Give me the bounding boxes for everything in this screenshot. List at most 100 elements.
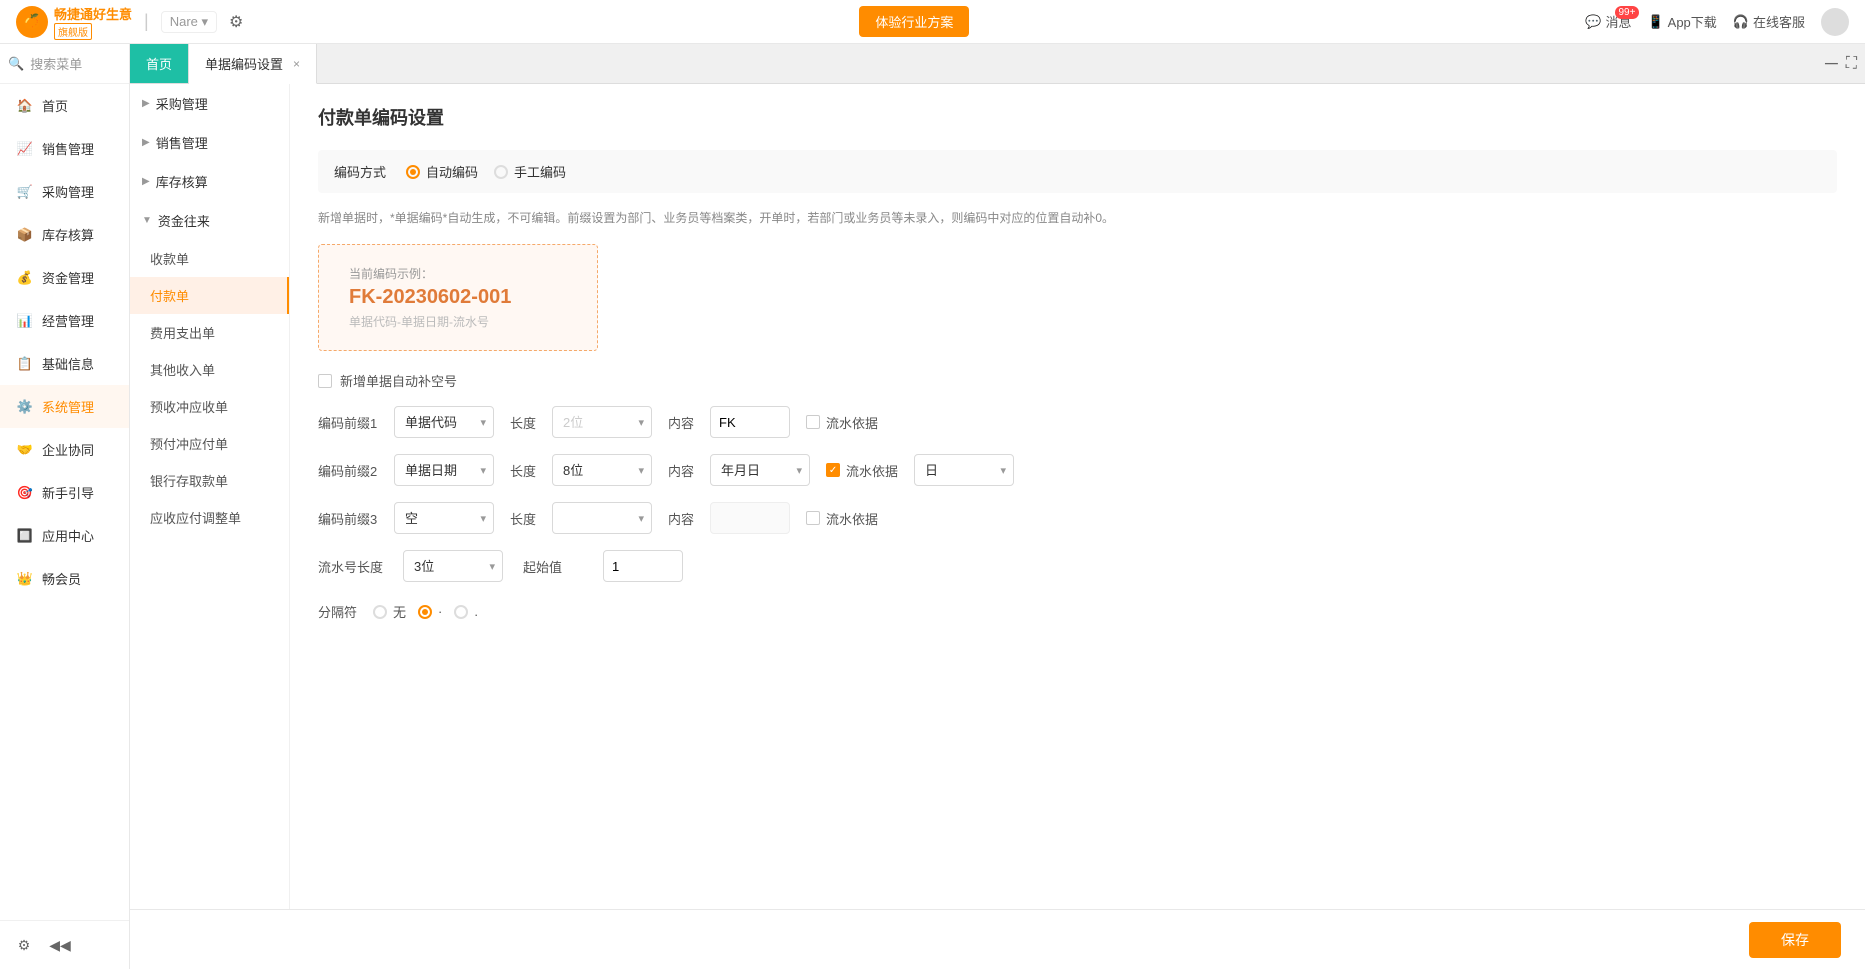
tab-close-btn[interactable]: ×	[293, 57, 300, 71]
tab-minimize-icon[interactable]: ─	[1825, 53, 1838, 74]
tab-encode-setting[interactable]: 单据编码设置 ×	[189, 44, 317, 84]
water2-checkbox[interactable]: ✓	[826, 463, 840, 477]
auto-fill-row: 新增单据自动补空号	[318, 371, 1837, 390]
tab-maximize-icon[interactable]: ⛶	[1846, 55, 1857, 73]
form-area: 付款单编码设置 编码方式 自动编码 手工编码	[290, 84, 1865, 909]
length3-select-wrapper	[552, 502, 652, 534]
sidebar-item-system[interactable]: ⚙️ 系统管理	[0, 385, 129, 428]
content3-input[interactable]	[710, 502, 790, 534]
search-menu-btn[interactable]: 🔍 搜索菜单	[0, 44, 129, 84]
logo-icon: 🍊	[16, 6, 48, 38]
sidebar-item-inventory[interactable]: 📦 库存核算	[0, 213, 129, 256]
water3-checkbox[interactable]	[806, 511, 820, 525]
sidebar-item-appcenter[interactable]: 🔲 应用中心	[0, 514, 129, 557]
sidebar-item-base[interactable]: 📋 基础信息	[0, 342, 129, 385]
sub-nav-item-feiyong[interactable]: 费用支出单	[130, 314, 289, 351]
prefix2-select[interactable]: 单据日期	[394, 454, 494, 486]
sub-nav-group-finance: ▼ 资金往来 收款单 付款单 费用支出单 其他收入单 预收冲应收单 预付冲应付单…	[130, 201, 289, 536]
encode-manual-radio[interactable]: 手工编码	[494, 162, 566, 181]
save-button[interactable]: 保存	[1749, 922, 1841, 958]
content2-select[interactable]: 年月日	[710, 454, 810, 486]
unit2-select[interactable]: 日	[914, 454, 1014, 486]
auto-fill-checkbox[interactable]	[318, 374, 332, 388]
message-count: 99+	[1615, 6, 1640, 19]
length3-label: 长度	[510, 509, 536, 528]
sidebar-item-cooperation[interactable]: 🤝 企业协同	[0, 428, 129, 471]
sidebar-item-newguide[interactable]: 🎯 新手引导	[0, 471, 129, 514]
sub-nav-item-yinhang[interactable]: 银行存取款单	[130, 462, 289, 499]
sep-dot-radio[interactable]: .	[454, 604, 478, 619]
water3-chk: 流水依据	[806, 509, 878, 528]
sep-none-radio[interactable]: 无	[373, 602, 406, 621]
sidebar: 🔍 搜索菜单 🏠 首页 📈 销售管理 🛒 采购管理 📦 库存核算 💰 资金管理 …	[0, 44, 130, 969]
unit2-select-wrapper: 日	[914, 454, 1014, 486]
sep-row: 分隔符 无 · .	[318, 602, 1837, 621]
tab-home[interactable]: 首页	[130, 44, 189, 83]
sub-nav-header-purchase[interactable]: ▶ 采购管理	[130, 84, 289, 123]
sidebar-bottom: ⚙ ◀◀	[0, 920, 129, 969]
sidebar-item-purchase[interactable]: 🛒 采购管理	[0, 170, 129, 213]
top-bar-mid: 体验行业方案	[859, 6, 969, 37]
content1-input[interactable]	[710, 406, 790, 438]
sidebar-item-operation[interactable]: 📊 经营管理	[0, 299, 129, 342]
length2-label: 长度	[510, 461, 536, 480]
arrow-right-icon: ▶	[142, 98, 150, 109]
water1-chk: 流水依据	[806, 413, 878, 432]
content3-label: 内容	[668, 509, 694, 528]
cooperation-icon: 🤝	[16, 441, 34, 459]
sidebar-item-sales[interactable]: 📈 销售管理	[0, 127, 129, 170]
start-val-input[interactable]	[603, 550, 683, 582]
preview-sub: 单据代码-单据日期-流水号	[349, 313, 567, 330]
user-avatar[interactable]	[1821, 8, 1849, 36]
sep-dash-dot	[418, 605, 432, 619]
sub-nav-item-fukuan[interactable]: 付款单	[130, 277, 289, 314]
sub-nav-item-yushouying[interactable]: 预收冲应收单	[130, 388, 289, 425]
online-service-btn[interactable]: 🎧 在线客服	[1733, 12, 1805, 31]
prefix1-select[interactable]: 单据代码	[394, 406, 494, 438]
sub-nav-item-shoukuan[interactable]: 收款单	[130, 240, 289, 277]
page-with-nav: ▶ 采购管理 ▶ 销售管理 ▶ 库存核算	[130, 84, 1865, 909]
manual-radio-dot	[494, 165, 508, 179]
serial-len-select[interactable]: 3位	[403, 550, 503, 582]
purchase-icon: 🛒	[16, 183, 34, 201]
sub-nav-item-yufuying[interactable]: 预付冲应付单	[130, 425, 289, 462]
water1-checkbox[interactable]	[806, 415, 820, 429]
content-area: 首页 单据编码设置 × ─ ⛶ ▶ 采购管理	[130, 44, 1865, 969]
arrow-down-icon: ▼	[142, 215, 152, 226]
encode-auto-radio[interactable]: 自动编码	[406, 162, 478, 181]
sub-nav-group-sales: ▶ 销售管理	[130, 123, 289, 162]
settings-icon[interactable]: ⚙	[229, 12, 243, 32]
app-download-btn[interactable]: 📱 App下载	[1647, 12, 1716, 31]
logo-area: 🍊 畅捷通好生意 旗舰版	[16, 4, 132, 40]
sub-nav-header-sales[interactable]: ▶ 销售管理	[130, 123, 289, 162]
sep-dot-dot	[454, 605, 468, 619]
collapse-icon[interactable]: ◀◀	[46, 931, 74, 959]
prefix1-label: 编码前缀1	[318, 413, 378, 432]
sidebar-item-finance[interactable]: 💰 资金管理	[0, 256, 129, 299]
experience-btn[interactable]: 体验行业方案	[859, 6, 969, 37]
sub-nav-header-finance[interactable]: ▼ 资金往来	[130, 201, 289, 240]
settings-bottom-icon[interactable]: ⚙	[10, 931, 38, 959]
base-icon: 📋	[16, 355, 34, 373]
sidebar-item-home[interactable]: 🏠 首页	[0, 84, 129, 127]
length1-select[interactable]: 2位	[552, 406, 652, 438]
message-btn[interactable]: 💬 消息 99+	[1585, 12, 1631, 31]
sub-nav: ▶ 采购管理 ▶ 销售管理 ▶ 库存核算	[130, 84, 290, 909]
bottom-bar: 保存	[130, 909, 1865, 969]
length1-label: 长度	[510, 413, 536, 432]
length3-select[interactable]	[552, 502, 652, 534]
workspace-selector[interactable]: Nare ▾	[161, 11, 217, 33]
inventory-icon: 📦	[16, 226, 34, 244]
start-val-label: 起始值	[523, 557, 583, 576]
system-icon: ⚙️	[16, 398, 34, 416]
prefix3-select[interactable]: 空	[394, 502, 494, 534]
sub-nav-item-qitashouru[interactable]: 其他收入单	[130, 351, 289, 388]
sub-nav-header-inventory[interactable]: ▶ 库存核算	[130, 162, 289, 201]
vip-icon: 👑	[16, 570, 34, 588]
sep-dash-radio[interactable]: ·	[418, 604, 442, 619]
sidebar-item-vip[interactable]: 👑 畅会员	[0, 557, 129, 600]
sub-nav-item-yingshou[interactable]: 应收应付调整单	[130, 499, 289, 536]
prefix2-label: 编码前缀2	[318, 461, 378, 480]
length2-select[interactable]: 8位	[552, 454, 652, 486]
encode-type-row: 编码方式 自动编码 手工编码	[318, 150, 1837, 193]
